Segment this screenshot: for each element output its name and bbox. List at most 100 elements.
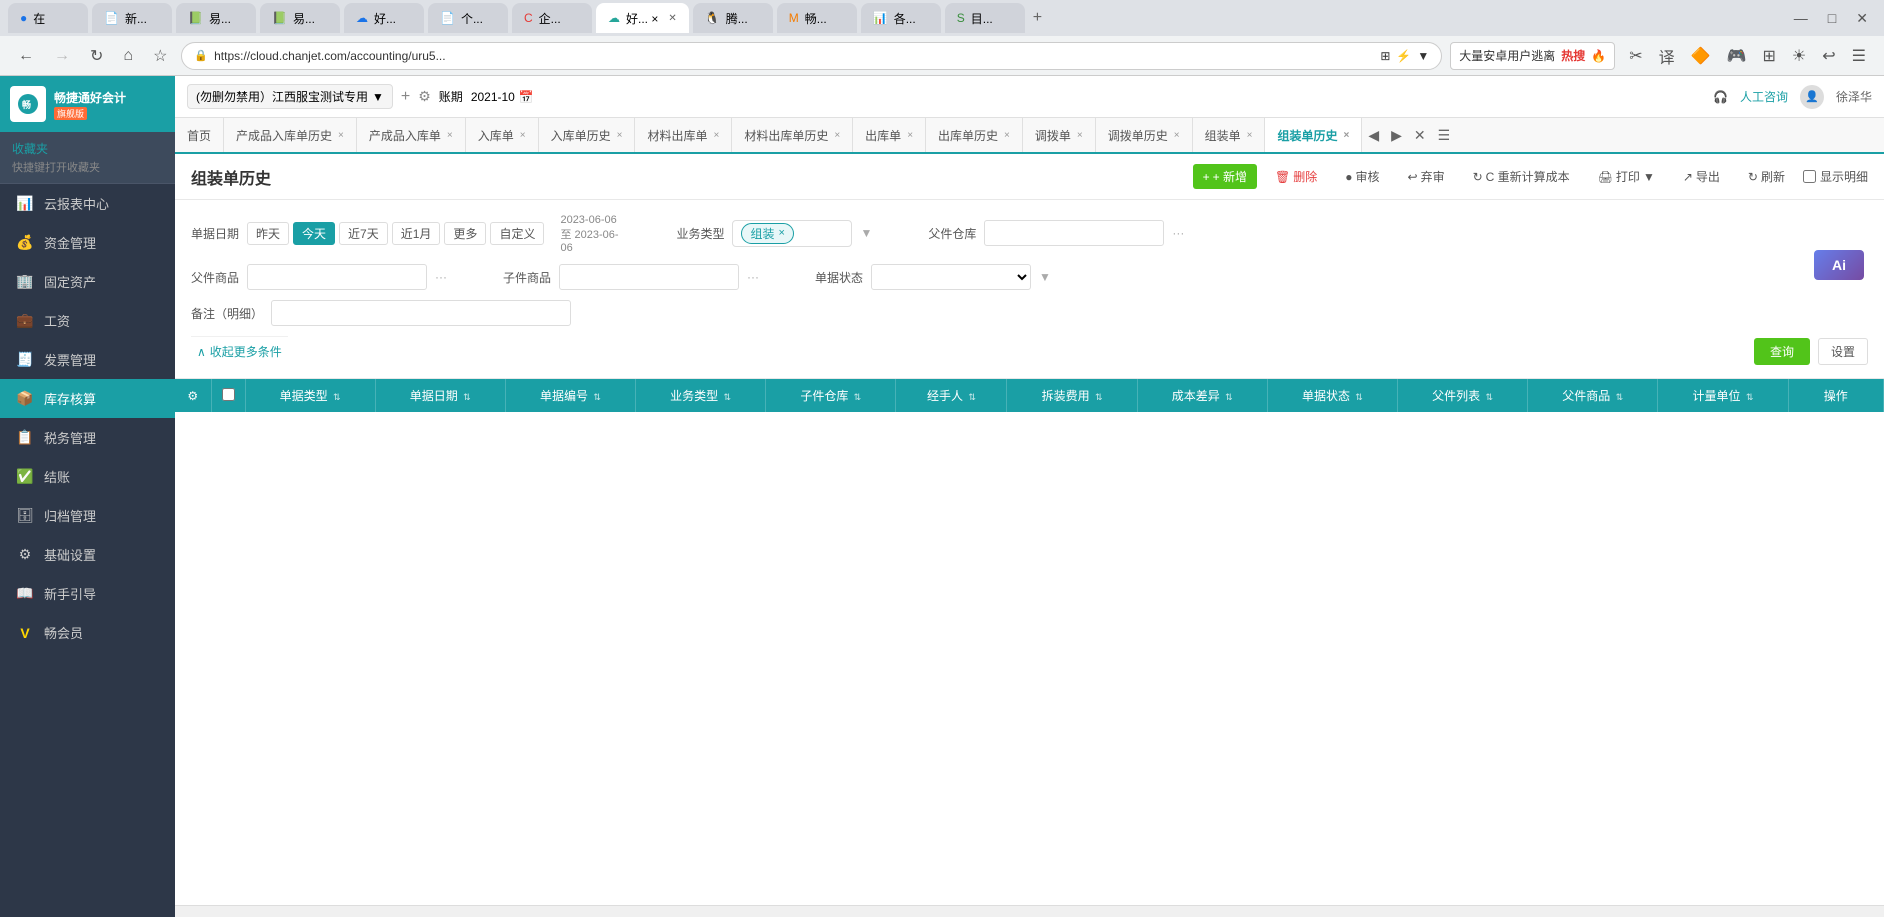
tab-close-5[interactable]: × [713,130,719,141]
export-button[interactable]: ↗ 导出 [1673,164,1730,189]
tab-close-8[interactable]: ✕ [668,13,676,24]
tab-finished-in[interactable]: 产成品入库单 × [357,118,466,153]
col-status[interactable]: 单据状态 ⇅ [1267,379,1397,412]
col-subwarehouse[interactable]: 子件仓库 ⇅ [766,379,896,412]
ai-assistant-badge[interactable]: Ai [1814,250,1864,280]
tab-close-4[interactable]: × [617,130,623,141]
company-selector[interactable]: (勿删勿禁用）江西服宝测试专用 ▼ [187,84,393,109]
history-btn[interactable]: ↩ [1816,44,1841,68]
tab-more-button[interactable]: ☰ [1432,127,1457,144]
col-costdiff[interactable]: 成本差异 ⇅ [1137,379,1267,412]
col-handler[interactable]: 经手人 ⇅ [896,379,1007,412]
translate-btn[interactable]: 译 [1653,42,1681,70]
bookmark-button[interactable]: ☆ [147,44,173,68]
home-button[interactable]: ⌂ [117,45,139,67]
sidebar-item-settings[interactable]: ⚙ 基础设置 [0,535,175,574]
minimize-button[interactable]: — [1786,8,1816,29]
table-settings-column[interactable]: ⚙ [175,379,211,412]
sidebar-item-finance[interactable]: 💰 资金管理 [0,223,175,262]
menu-btn[interactable]: ☰ [1846,44,1872,68]
sun-btn[interactable]: ☀ [1786,44,1812,68]
parent-warehouse-input[interactable] [984,220,1164,246]
biztype-input-area[interactable]: 组装 × [732,220,852,247]
emoji-btn[interactable]: 🔶 [1685,44,1717,68]
game-btn[interactable]: 🎮 [1721,44,1753,68]
horizontal-scrollbar[interactable] [175,905,1884,917]
tab-material-out[interactable]: 材料出库单 × [635,118,732,153]
tab-close-6[interactable]: × [834,130,840,141]
tab-close-12[interactable]: × [1343,130,1349,141]
tab-transfer-history[interactable]: 调拨单历史 × [1096,118,1193,153]
recalculate-button[interactable]: ↻ C 重新计算成本 [1463,164,1580,189]
tab-transfer[interactable]: 调拨单 × [1023,118,1096,153]
child-goods-input[interactable] [559,264,739,290]
company-settings-button[interactable]: ⚙ [418,88,431,105]
display-toggle[interactable]: 显示明细 [1803,168,1868,185]
period-selector[interactable]: 账期 2021-10 📅 [439,88,534,105]
more-date-btn[interactable]: 更多 [444,222,486,245]
tab-close-current-button[interactable]: ✕ [1408,127,1432,144]
parent-goods-input[interactable] [247,264,427,290]
back-button[interactable]: ← [12,45,40,67]
tab-home[interactable]: 首页 [175,118,224,153]
browser-tab-1[interactable]: ● 在 [8,3,88,33]
tab-close-1[interactable]: × [338,130,344,141]
tab-inbound[interactable]: 入库单 × [466,118,539,153]
tab-assembly[interactable]: 组装单 × [1193,118,1266,153]
tab-close-8[interactable]: × [1004,130,1010,141]
grid-btn[interactable]: ⊞ [1757,44,1782,68]
abandon-button[interactable]: ↩ 弃审 [1398,164,1455,189]
tab-assembly-history[interactable]: 组装单历史 × [1265,118,1362,154]
browser-tab-8[interactable]: ☁ 好... × ✕ [596,3,689,33]
tab-close-2[interactable]: × [447,130,453,141]
browser-tab-9[interactable]: 🐧 腾... [693,3,773,33]
sidebar-item-reports[interactable]: 📊 云报表中心 [0,184,175,223]
browser-tab-11[interactable]: 📊 各... [861,3,941,33]
browser-tab-5[interactable]: ☁ 好... [344,3,424,33]
bookmark-sub[interactable]: 快捷键打开收藏夹 [12,159,163,175]
1month-btn[interactable]: 近1月 [392,222,441,245]
add-company-button[interactable]: + [401,88,410,106]
col-unit[interactable]: 计量单位 ⇅ [1658,379,1788,412]
yesterday-btn[interactable]: 昨天 [247,222,289,245]
col-number[interactable]: 单据编号 ⇅ [505,379,635,412]
reload-button[interactable]: ↻ [84,44,109,68]
forward-button[interactable]: → [48,45,76,67]
display-toggle-checkbox[interactable] [1803,170,1816,183]
status-select[interactable] [871,264,1031,290]
close-button[interactable]: ✕ [1848,8,1876,29]
tab-finished-in-history[interactable]: 产成品入库单历史 × [224,118,357,153]
settings-button-filter[interactable]: 设置 [1818,338,1868,365]
refresh-button[interactable]: ↻ 刷新 [1738,164,1795,189]
sidebar-item-salary[interactable]: 💼 工资 [0,301,175,340]
sidebar-item-tax[interactable]: 📋 税务管理 [0,418,175,457]
tab-inbound-history[interactable]: 入库单历史 × [539,118,636,153]
collapse-button[interactable]: ∧ 收起更多条件 [191,336,288,366]
print-button[interactable]: 🖨 打印 ▼ [1588,164,1665,189]
address-bar[interactable]: 🔒 https://cloud.chanjet.com/accounting/u… [181,42,1442,70]
col-dismantlefee[interactable]: 拆装费用 ⇅ [1007,379,1137,412]
sidebar-item-assets[interactable]: 🏢 固定资产 [0,262,175,301]
tab-close-10[interactable]: × [1174,130,1180,141]
biztype-tag-close[interactable]: × [778,227,784,239]
col-date[interactable]: 单据日期 ⇅ [375,379,505,412]
bookmark-title[interactable]: 收藏夹 [12,140,163,157]
browser-tab-4[interactable]: 📗 易... [260,3,340,33]
search-area[interactable]: 大量安卓用户逃离 热搜 🔥 [1450,42,1615,70]
sidebar-item-member[interactable]: V 畅会员 [0,613,175,652]
col-parentgoods[interactable]: 父件商品 ⇅ [1528,379,1658,412]
browser-tab-2[interactable]: 📄 新... [92,3,172,33]
scissors-btn[interactable]: ✂ [1623,44,1648,68]
browser-tab-12[interactable]: S 目... [945,3,1025,33]
tab-outbound[interactable]: 出库单 × [853,118,926,153]
col-biztype[interactable]: 业务类型 ⇅ [636,379,766,412]
col-parentlist[interactable]: 父件列表 ⇅ [1397,379,1527,412]
browser-tab-10[interactable]: M 畅... [777,3,857,33]
today-btn[interactable]: 今天 [293,222,335,245]
delete-button[interactable]: 🗑 删除 [1265,164,1327,189]
col-type[interactable]: 单据类型 ⇅ [245,379,375,412]
tab-close-11[interactable]: × [1247,130,1253,141]
sidebar-item-guide[interactable]: 📖 新手引导 [0,574,175,613]
browser-tab-6[interactable]: 📄 个... [428,3,508,33]
select-all-checkbox[interactable] [222,388,235,401]
